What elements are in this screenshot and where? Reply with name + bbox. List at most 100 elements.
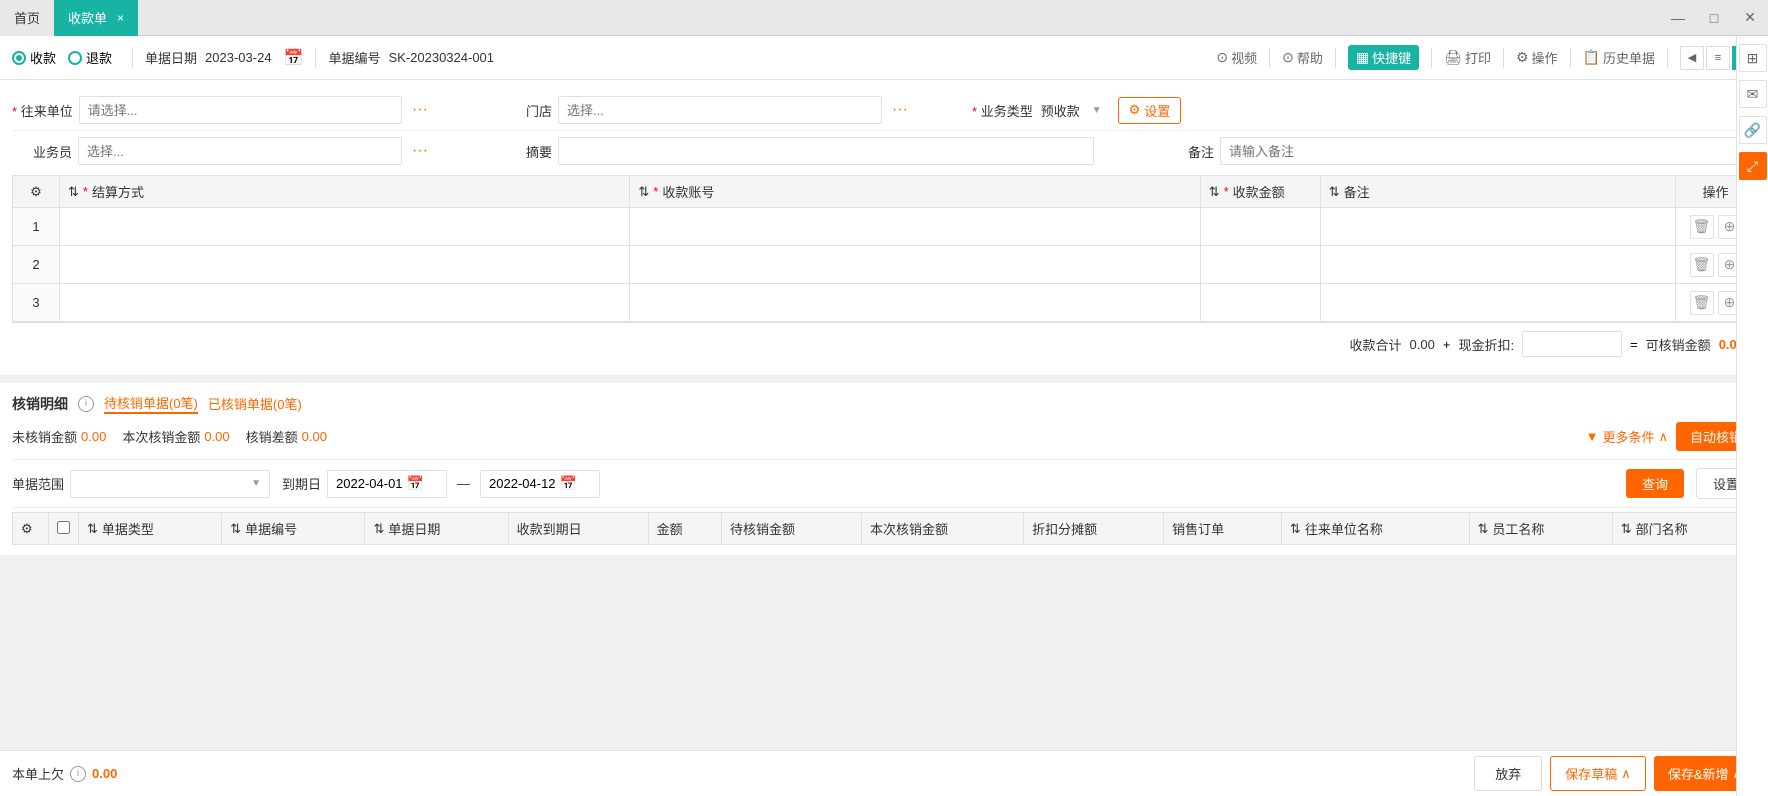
row-1-amount[interactable] xyxy=(1200,208,1320,246)
bt-pending-th: 待核销金额 xyxy=(722,513,862,545)
nuclear-info-icon[interactable]: i xyxy=(78,396,94,412)
discount-input[interactable] xyxy=(1522,331,1622,357)
store-input[interactable] xyxy=(558,96,882,124)
summary-input[interactable] xyxy=(558,137,1094,165)
date-to-picker[interactable]: 2022-04-12 📅 xyxy=(480,470,600,498)
row-1-note[interactable] xyxy=(1320,208,1675,246)
row-3-account[interactable] xyxy=(630,284,1200,322)
pending-tab-link[interactable]: 待核销单据(0笔) xyxy=(104,393,198,414)
row-3-amount[interactable] xyxy=(1200,284,1320,322)
bt-gear-icon[interactable]: ⚙ xyxy=(21,521,33,536)
done-tab-link[interactable]: 已核销单据(0笔) xyxy=(208,394,302,413)
business-type-value: 预收款 xyxy=(1041,101,1080,120)
settings-gear-icon: ⚙ xyxy=(1129,102,1141,118)
main-content: * 往来单位 ··· 门店 ··· * 业务类型 预收款 ▼ ⚙ 设置 xyxy=(0,80,1768,375)
nuclear-right: ▼ 更多条件 ∧ 自动核销 xyxy=(1586,422,1756,451)
summary-field: 摘要 xyxy=(492,137,1094,165)
salesperson-input[interactable] xyxy=(78,137,402,165)
note-label: 备注 xyxy=(1154,142,1214,161)
row-3-delete-btn[interactable]: 🗑 xyxy=(1690,291,1714,315)
refund-radio-dot xyxy=(68,51,82,65)
salesperson-more-btn[interactable]: ··· xyxy=(408,142,432,160)
chevron-icon: ∧ xyxy=(1658,429,1668,445)
bt-select-all[interactable] xyxy=(57,521,70,534)
data-table-section: ⚙ ⇅ * 结算方式 ⇅ * 收款账号 xyxy=(12,175,1756,322)
settings-button[interactable]: ⚙ 设置 xyxy=(1118,97,1182,124)
receipt-radio-label: 收款 xyxy=(30,48,56,67)
counterparty-more-btn[interactable]: ··· xyxy=(408,101,432,119)
amount-sort-icon[interactable]: ⇅ xyxy=(1209,184,1220,200)
help-action[interactable]: ⊙ 帮助 xyxy=(1282,48,1323,67)
video-action[interactable]: ⊙ 视频 xyxy=(1216,48,1257,67)
table-gear-icon[interactable]: ⚙ xyxy=(30,184,42,200)
account-sort-icon[interactable]: ⇅ xyxy=(638,184,649,200)
tab-receipt[interactable]: 收款单 × xyxy=(54,0,138,36)
sidebar-link-icon[interactable]: 🔗 xyxy=(1739,116,1767,144)
sidebar-expand-icon[interactable]: ⤢ xyxy=(1739,152,1767,180)
shortcut-icon: ▦ xyxy=(1356,49,1369,66)
save-draft-button[interactable]: 保存草稿 ∧ xyxy=(1550,756,1646,791)
tab-close-icon[interactable]: × xyxy=(117,11,124,25)
total-value: 0.00 xyxy=(1410,337,1435,352)
row-2-delete-btn[interactable]: 🗑 xyxy=(1690,253,1714,277)
toolbar-right: ⊙ 视频 ⊙ 帮助 ▦ 快捷键 🖨 打印 ⚙ 操作 📋 历史单据 ◀ xyxy=(1216,45,1756,70)
business-type-chevron[interactable]: ▼ xyxy=(1092,105,1102,116)
due-date-label: 到期日 xyxy=(282,474,321,493)
sidebar-table-icon[interactable]: ⊞ xyxy=(1739,44,1767,72)
range-select[interactable]: ▼ xyxy=(70,470,270,498)
history-action[interactable]: 📋 历史单据 xyxy=(1583,48,1655,67)
counterparty-label: * 往来单位 xyxy=(12,101,73,120)
calendar-to-icon[interactable]: 📅 xyxy=(560,475,577,492)
maximize-button[interactable]: □ xyxy=(1696,0,1732,36)
store-more-btn[interactable]: ··· xyxy=(888,101,912,119)
diff-stat: 核销差额 0.00 xyxy=(246,427,327,446)
close-button[interactable]: ✕ xyxy=(1732,0,1768,36)
receipt-radio[interactable]: 收款 xyxy=(12,48,56,67)
receipt-tab-label: 收款单 xyxy=(68,8,107,27)
row-2-settlement[interactable] xyxy=(60,246,630,284)
this-order-info-icon[interactable]: i xyxy=(70,766,86,782)
abandon-button[interactable]: 放弃 xyxy=(1474,756,1542,791)
list-view-btn[interactable]: ≡ xyxy=(1706,46,1730,70)
bt-amount-th: 金额 xyxy=(648,513,721,545)
footer-right: 放弃 保存草稿 ∧ 保存&新增 ∧ xyxy=(1474,756,1756,791)
row-3-note[interactable] xyxy=(1320,284,1675,322)
footer-left: 本单上欠 i 0.00 xyxy=(12,764,117,783)
query-button[interactable]: 查询 xyxy=(1626,469,1684,498)
calendar-icon[interactable]: 📅 xyxy=(284,48,304,68)
bt-sort-icon2: ⇅ xyxy=(230,521,241,537)
counterparty-input[interactable] xyxy=(79,96,402,124)
calendar-from-icon[interactable]: 📅 xyxy=(407,475,424,492)
date-from-picker[interactable]: 2022-04-01 📅 xyxy=(327,470,447,498)
refund-radio[interactable]: 退款 xyxy=(68,48,112,67)
store-label: 门店 xyxy=(492,101,552,120)
number-value: SK-20230324-001 xyxy=(388,50,494,65)
sort-icon[interactable]: ⇅ xyxy=(68,184,79,200)
business-type-field: * 业务类型 预收款 ▼ ⚙ 设置 xyxy=(972,97,1756,124)
form-row-2: 业务员 ··· 摘要 备注 xyxy=(12,131,1756,171)
total-label: 收款合计 xyxy=(1350,335,1402,354)
tab-bar: 首页 收款单 × — □ ✕ xyxy=(0,0,1768,36)
print-action[interactable]: 🖨 打印 xyxy=(1444,48,1491,67)
row-2-account[interactable] xyxy=(630,246,1200,284)
sidebar-mail-icon[interactable]: ✉ xyxy=(1739,80,1767,108)
minimize-button[interactable]: — xyxy=(1660,0,1696,36)
equals-sign: = xyxy=(1630,337,1638,352)
tab-home[interactable]: 首页 xyxy=(0,0,54,36)
row-1-settlement[interactable] xyxy=(60,208,630,246)
prev-view-btn[interactable]: ◀ xyxy=(1680,46,1704,70)
row-2-note[interactable] xyxy=(1320,246,1675,284)
bt-current-th: 本次核销金额 xyxy=(862,513,1024,545)
row-3-settlement[interactable] xyxy=(60,284,630,322)
row-1-delete-btn[interactable]: 🗑 xyxy=(1690,215,1714,239)
right-sidebar: ⊞ ✉ 🔗 ⤢ xyxy=(1736,36,1768,796)
note-input[interactable] xyxy=(1220,137,1756,165)
more-conditions-btn[interactable]: ▼ 更多条件 ∧ xyxy=(1586,427,1668,446)
unverified-stat: 未核销金额 0.00 xyxy=(12,427,106,446)
shortcut-action[interactable]: ▦ 快捷键 xyxy=(1348,45,1419,70)
plus-sign: + xyxy=(1443,337,1451,352)
bt-salesorder-th: 销售订单 xyxy=(1164,513,1282,545)
row-1-account[interactable] xyxy=(630,208,1200,246)
row-2-amount[interactable] xyxy=(1200,246,1320,284)
operation-action[interactable]: ⚙ 操作 xyxy=(1516,48,1558,67)
